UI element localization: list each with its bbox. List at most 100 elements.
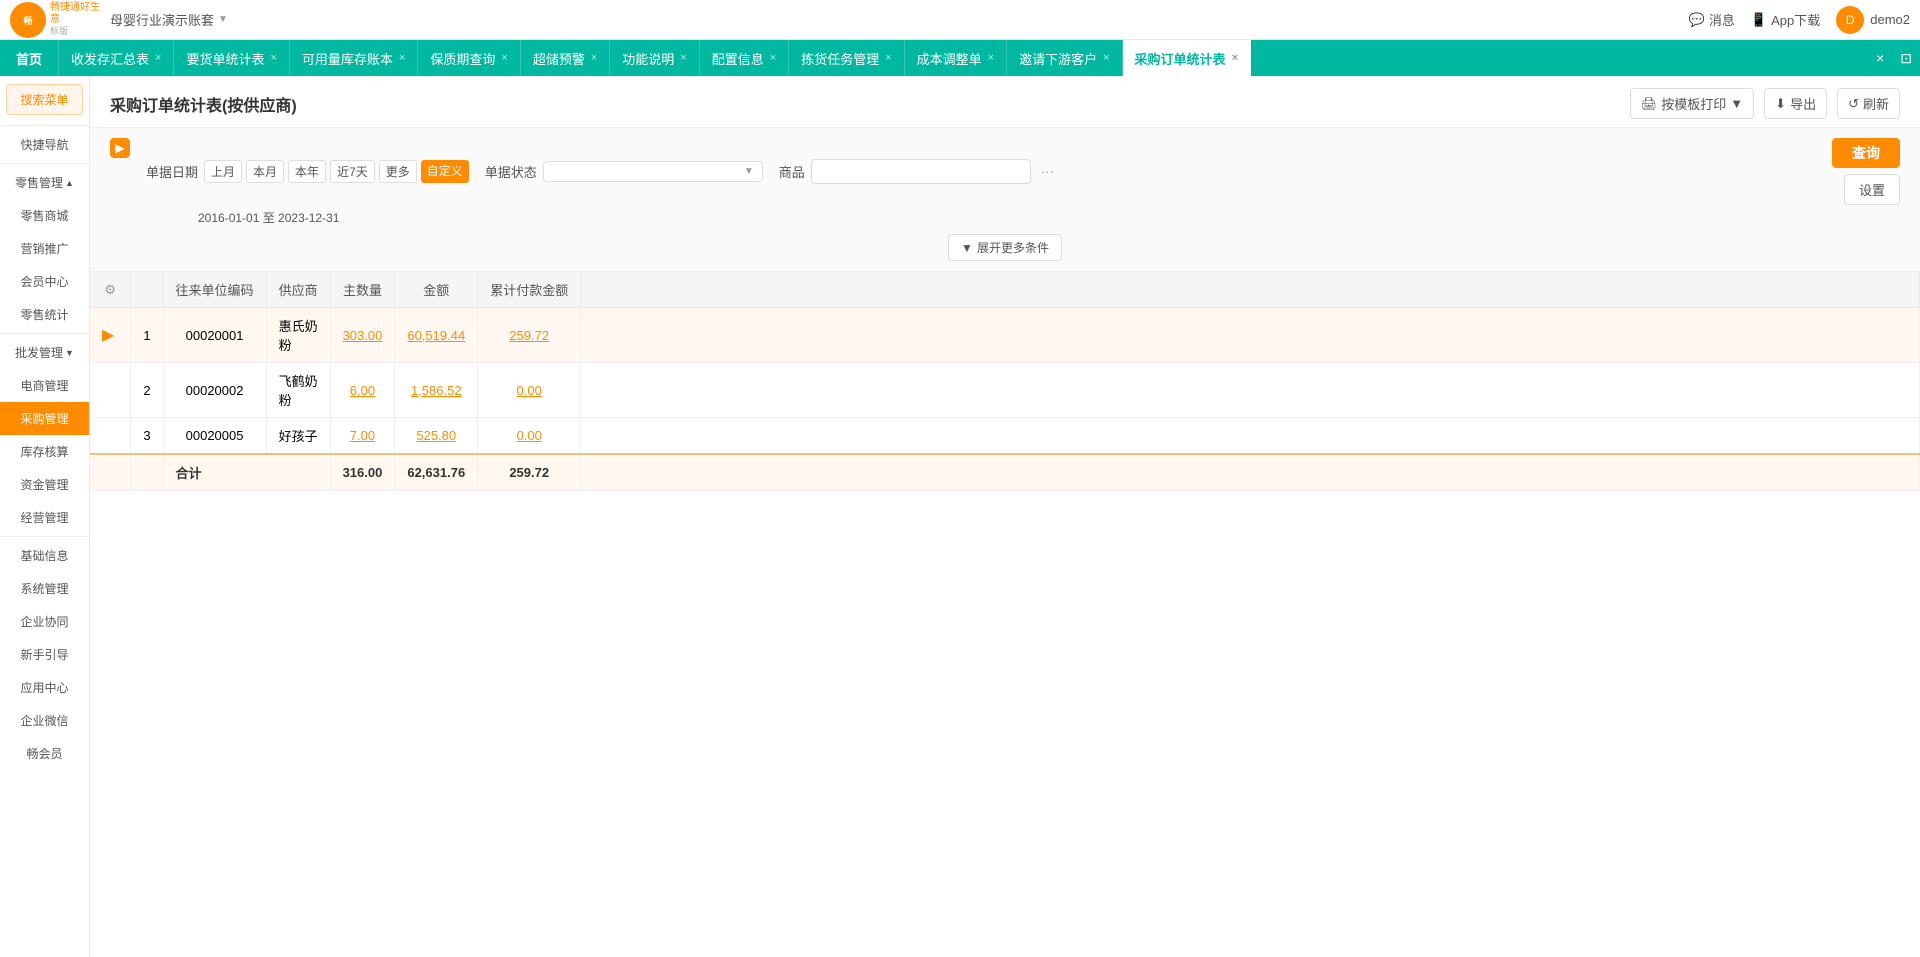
row2-qty-link[interactable]: 6.00 <box>350 383 375 398</box>
tab-keyongliku-close[interactable]: × <box>399 52 405 64</box>
username-label: demo2 <box>1870 12 1910 27</box>
tab-caigou-close[interactable]: × <box>1232 52 1238 64</box>
filter-toggle-button[interactable]: ▶ <box>110 138 130 158</box>
query-button[interactable]: 查询 <box>1832 138 1900 168</box>
tab-yaohuodantongji-close[interactable]: × <box>270 52 276 64</box>
date-this-month[interactable]: 本月 <box>246 160 284 183</box>
row1-qty-link[interactable]: 303.00 <box>343 328 383 343</box>
tab-keyongliku[interactable]: 可用量库存账本 × <box>290 40 418 76</box>
tab-home[interactable]: 首页 <box>0 40 59 76</box>
sidebar-item-operations[interactable]: 经营管理 <box>0 501 89 534</box>
refresh-button[interactable]: ↺ 刷新 <box>1837 88 1900 119</box>
sidebar-item-system[interactable]: 系统管理 <box>0 572 89 605</box>
tab-yaohuodantongji[interactable]: 要货单统计表 × <box>174 40 289 76</box>
tab-chaochuyu[interactable]: 超储预警 × <box>521 40 610 76</box>
tab-baozhanqi-close[interactable]: × <box>501 52 507 64</box>
row2-amount-link[interactable]: 1,586.52 <box>411 383 462 398</box>
content-area: 搜索菜单 快捷导航 零售管理 ▲ 零售商城 营销推广 会员中心 零售统计 批发管… <box>0 76 1920 957</box>
sidebar-divider-4 <box>0 536 89 537</box>
sidebar-item-inventory[interactable]: 库存核算 <box>0 435 89 468</box>
expand-more-button[interactable]: ▼ 展开更多条件 <box>948 234 1062 261</box>
sidebar-item-members[interactable]: 畅会员 <box>0 737 89 770</box>
user-menu[interactable]: D demo2 <box>1836 6 1910 34</box>
tab-gongneng[interactable]: 功能说明 × <box>610 40 699 76</box>
tab-baozhanqi[interactable]: 保质期查询 × <box>418 40 520 76</box>
sidebar-item-retail-mall[interactable]: 零售商城 <box>0 199 89 232</box>
row1-amount-link[interactable]: 60,519.44 <box>407 328 465 343</box>
message-button[interactable]: 💬 消息 <box>1689 10 1735 29</box>
tab-yaoqing[interactable]: 邀请下游客户 × <box>1007 40 1122 76</box>
print-dropdown-arrow: ▼ <box>1730 96 1743 111</box>
avatar-initials: D <box>1846 13 1855 27</box>
search-menu-button[interactable]: 搜索菜单 <box>6 84 83 115</box>
tab-maximize-action[interactable]: ⊡ <box>1892 50 1920 67</box>
row2-paid-link[interactable]: 0.00 <box>517 383 542 398</box>
print-button[interactable]: 🖨 按模板打印 ▼ <box>1630 88 1754 119</box>
tab-home-label: 首页 <box>16 49 42 68</box>
sidebar-item-appcenter[interactable]: 应用中心 <box>0 671 89 704</box>
sidebar-item-guide[interactable]: 新手引导 <box>0 638 89 671</box>
sidebar-divider-1 <box>0 125 89 126</box>
status-select[interactable]: ▼ <box>543 161 763 182</box>
date-more[interactable]: 更多 <box>379 160 417 183</box>
sidebar-item-retail-stats[interactable]: 零售统计 <box>0 298 89 331</box>
footer-label: 合计 <box>163 454 330 491</box>
export-button[interactable]: ⬇ 导出 <box>1764 88 1827 119</box>
row3-amount: 525.80 <box>395 418 478 455</box>
sidebar-item-enterprise[interactable]: 企业协同 <box>0 605 89 638</box>
tab-shoufayuhui-close[interactable]: × <box>155 52 161 64</box>
goods-search-input[interactable] <box>811 159 1031 184</box>
sidebar-item-ecommerce[interactable]: 电商管理 <box>0 369 89 402</box>
row3-paid-link[interactable]: 0.00 <box>517 428 542 443</box>
sidebar-item-capital[interactable]: 资金管理 <box>0 468 89 501</box>
date-this-year[interactable]: 本年 <box>288 160 326 183</box>
goods-more-icon[interactable]: ··· <box>1037 164 1058 179</box>
filter-bar: ▶ 单据日期 上月 本月 本年 近7天 更多 <box>90 128 1920 272</box>
footer-seq <box>131 454 163 491</box>
sidebar-item-purchase[interactable]: 采购管理 <box>0 402 89 435</box>
row1-expand-icon[interactable]: ▶ <box>102 327 114 344</box>
tab-chengben-label: 成本调整单 <box>917 49 982 68</box>
tab-chengben-close[interactable]: × <box>988 52 994 64</box>
tab-chengben[interactable]: 成本调整单 × <box>905 40 1007 76</box>
page-header-actions: 🖨 按模板打印 ▼ ⬇ 导出 ↺ 刷新 <box>1630 88 1900 119</box>
sidebar-item-quick-nav[interactable]: 快捷导航 <box>0 128 89 161</box>
sidebar-item-retail-mgmt[interactable]: 零售管理 ▲ <box>0 166 89 199</box>
row3-amount-link[interactable]: 525.80 <box>416 428 456 443</box>
expand-icon: ▼ <box>961 241 973 255</box>
row1-expand: ▶ <box>90 308 131 363</box>
tab-peizhi[interactable]: 配置信息 × <box>700 40 789 76</box>
row1-paid-link[interactable]: 259.72 <box>509 328 549 343</box>
app-download-button[interactable]: 📱 App下载 <box>1751 10 1820 29</box>
tab-yaoqing-close[interactable]: × <box>1103 52 1109 64</box>
sidebar-item-wechat[interactable]: 企业微信 <box>0 704 89 737</box>
footer-amount: 62,631.76 <box>395 454 478 491</box>
column-settings-icon[interactable]: ⚙ <box>104 282 116 297</box>
sidebar-item-basic-info[interactable]: 基础信息 <box>0 539 89 572</box>
settings-button[interactable]: 设置 <box>1844 174 1900 205</box>
sidebar-item-member[interactable]: 会员中心 <box>0 265 89 298</box>
workspace-selector[interactable]: 母婴行业演示账套 ▼ <box>110 10 232 29</box>
tab-zhihuo-close[interactable]: × <box>885 52 891 64</box>
nav-tab-actions: × ⊡ <box>1868 50 1920 67</box>
date-7days[interactable]: 近7天 <box>330 160 375 183</box>
tab-caigou-active[interactable]: 采购订单统计表 × <box>1123 40 1251 76</box>
tab-peizhi-close[interactable]: × <box>770 52 776 64</box>
logo-text: 畅捷通好生意 标版 <box>50 2 100 37</box>
date-filter-label: 单据日期 <box>146 162 198 181</box>
row3-qty-link[interactable]: 7.00 <box>350 428 375 443</box>
row1-seq: 1 <box>131 308 163 363</box>
expand-label: 展开更多条件 <box>977 239 1049 256</box>
top-bar: 畅 畅捷通好生意 标版 母婴行业演示账套 ▼ 💬 消息 📱 App下载 <box>0 0 1920 40</box>
tab-chaochuyu-close[interactable]: × <box>591 52 597 64</box>
tab-zhihuo[interactable]: 拣货任务管理 × <box>789 40 904 76</box>
tab-close-action[interactable]: × <box>1868 50 1892 66</box>
top-bar-right: 💬 消息 📱 App下载 D demo2 <box>1689 6 1910 34</box>
tab-gongneng-close[interactable]: × <box>680 52 686 64</box>
tab-shoufayuhui[interactable]: 收发存汇总表 × <box>59 40 174 76</box>
footer-paid: 259.72 <box>478 454 581 491</box>
sidebar-item-marketing[interactable]: 营销推广 <box>0 232 89 265</box>
date-last-month[interactable]: 上月 <box>204 160 242 183</box>
sidebar-item-wholesale[interactable]: 批发管理 ▼ <box>0 336 89 369</box>
row3-paid: 0.00 <box>478 418 581 455</box>
